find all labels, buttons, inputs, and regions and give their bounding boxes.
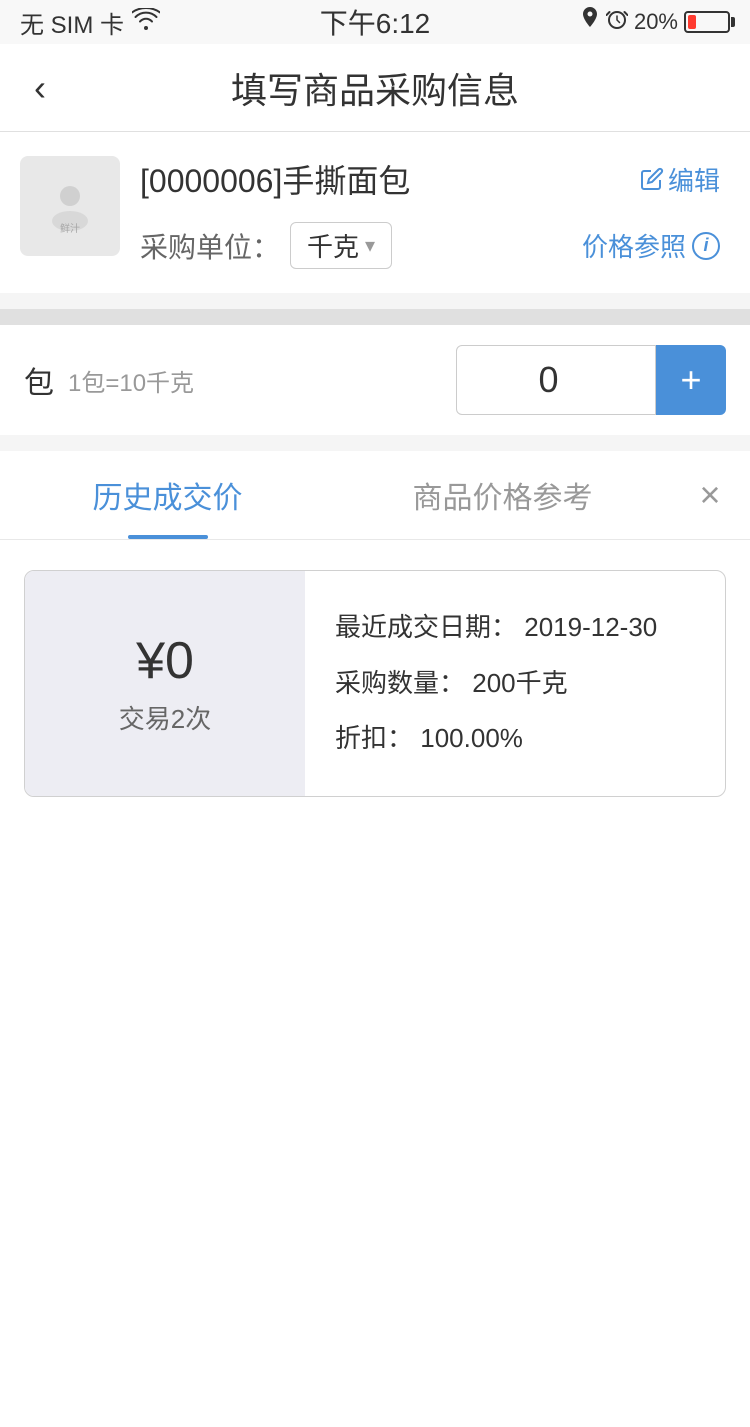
product-header: [0000006]手撕面包 编辑 (140, 156, 720, 202)
unit-conversion-text: 1包=10千克 (68, 363, 194, 398)
tab-price-ref-label: 商品价格参考 (413, 473, 593, 517)
unit-selector[interactable]: 千克 ▾ (290, 222, 392, 269)
card-trade-count: 交易2次 (119, 699, 211, 736)
status-left: 无 SIM 卡 (20, 5, 160, 40)
product-name: [0000006]手撕面包 (140, 156, 410, 202)
product-image: 鲜汁 (20, 156, 120, 256)
battery-fill (688, 15, 696, 29)
edit-button[interactable]: 编辑 (640, 161, 720, 198)
status-time: 下午6:12 (320, 2, 431, 42)
status-right: 20% (580, 7, 730, 37)
product-section: 鲜汁 [0000006]手撕面包 编辑 采购单位： 千克 ▾ (0, 132, 750, 293)
card-left: ¥0 交易2次 (25, 571, 305, 796)
product-info: [0000006]手撕面包 编辑 采购单位： 千克 ▾ 价格参照 i (140, 156, 720, 269)
price-ref-button[interactable]: 价格参照 i (582, 227, 720, 264)
tab-content: ¥0 交易2次 最近成交日期： 2019-12-30 采购数量： 200千克 折… (0, 540, 750, 827)
purchase-unit-row: 采购单位： 千克 ▾ 价格参照 i (140, 222, 720, 269)
battery-icon (684, 11, 730, 33)
close-icon: × (699, 474, 720, 516)
info-icon: i (692, 232, 720, 260)
nav-bar: ‹ 填写商品采购信息 (0, 44, 750, 132)
location-icon (580, 7, 600, 37)
page-title: 填写商品采购信息 (231, 62, 519, 114)
plus-icon: + (680, 359, 701, 401)
alarm-icon (606, 8, 628, 36)
purchase-qty-value: 200千克 (472, 668, 567, 698)
tab-history-price[interactable]: 历史成交价 (0, 451, 335, 539)
card-recent-date-row: 最近成交日期： 2019-12-30 (335, 607, 695, 649)
discount-value: 100.00% (420, 723, 523, 753)
chevron-down-icon: ▾ (365, 233, 375, 258)
tab-close-button[interactable]: × (670, 451, 750, 539)
stripe-divider (0, 309, 750, 325)
card-purchase-qty-row: 采购数量： 200千克 (335, 663, 695, 705)
back-arrow-icon: ‹ (34, 67, 46, 109)
svg-text:鲜汁: 鲜汁 (60, 222, 80, 235)
status-bar: 无 SIM 卡 下午6:12 20% (0, 0, 750, 44)
tab-section: 历史成交价 商品价格参考 × ¥0 交易2次 最近成交日期： 2019-12-3… (0, 451, 750, 827)
plus-button[interactable]: + (656, 345, 726, 415)
empty-space (0, 827, 750, 1427)
recent-date-value: 2019-12-30 (524, 612, 657, 642)
quantity-label-group: 包 1包=10千克 (24, 358, 194, 402)
card-discount-row: 折扣： 100.00% (335, 718, 695, 760)
transaction-card: ¥0 交易2次 最近成交日期： 2019-12-30 采购数量： 200千克 折… (24, 570, 726, 797)
card-right: 最近成交日期： 2019-12-30 采购数量： 200千克 折扣： 100.0… (305, 571, 725, 796)
battery-percentage: 20% (634, 9, 678, 35)
quantity-input-group: + (456, 345, 726, 415)
edit-label: 编辑 (668, 161, 720, 198)
recent-date-label: 最近成交日期： (335, 612, 517, 642)
unit-icon-label: 包 (24, 358, 54, 402)
purchase-unit-left: 采购单位： 千克 ▾ (140, 222, 392, 269)
quantity-input[interactable] (456, 345, 656, 415)
quantity-section: 包 1包=10千克 + (0, 325, 750, 435)
discount-label: 折扣： (335, 723, 413, 753)
tab-product-price-ref[interactable]: 商品价格参考 (335, 451, 670, 539)
tab-history-label: 历史成交价 (93, 473, 243, 517)
purchase-unit-label: 采购单位： (140, 226, 280, 266)
card-price: ¥0 (136, 631, 194, 691)
price-ref-label: 价格参照 (582, 227, 686, 264)
tab-bar: 历史成交价 商品价格参考 × (0, 451, 750, 540)
purchase-qty-label: 采购数量： (335, 668, 465, 698)
back-button[interactable]: ‹ (0, 44, 80, 132)
carrier-text: 无 SIM 卡 (20, 5, 124, 40)
wifi-icon (132, 8, 160, 37)
unit-value: 千克 (307, 227, 359, 264)
